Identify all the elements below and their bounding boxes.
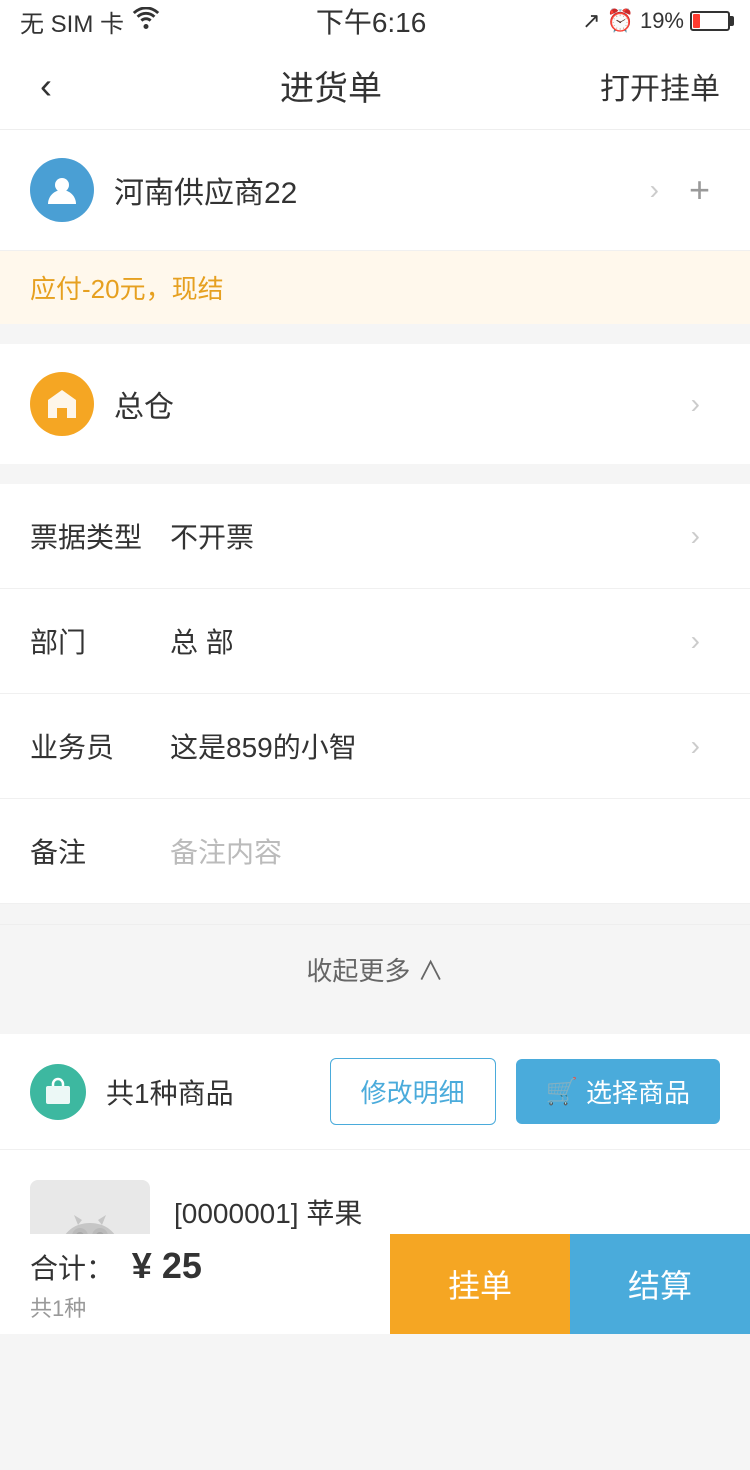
supplier-name: 河南供应商22: [114, 168, 650, 212]
warehouse-chevron-icon: ›: [691, 388, 700, 420]
select-icon: 🛒: [546, 1076, 578, 1107]
salesperson-value: 这是859的小智: [150, 726, 691, 766]
remark-label: 备注: [30, 831, 150, 871]
battery-percent: 19%: [640, 8, 684, 34]
status-right: ↗ ⏰ 19%: [582, 8, 730, 34]
supplier-row[interactable]: 河南供应商22 › +: [0, 130, 750, 251]
remark-placeholder: 备注内容: [150, 831, 720, 871]
supplier-card: 河南供应商22 › + 应付-20元，现结: [0, 130, 750, 324]
status-time: 下午6:16: [316, 1, 427, 41]
warehouse-icon: [30, 372, 94, 436]
department-row[interactable]: 部门 总 部 ›: [0, 589, 750, 694]
product-name: [0000001] 苹果: [174, 1192, 670, 1232]
products-count-label: 共1种商品: [106, 1072, 330, 1112]
nav-bar: ‹ 进货单 打开挂单: [0, 42, 750, 130]
page-title: 进货单: [280, 61, 382, 110]
total-section: 合计： ¥ 25 共1种: [0, 1245, 390, 1323]
salesperson-chevron-icon: ›: [691, 730, 700, 762]
select-product-button[interactable]: 🛒 选择商品: [516, 1059, 720, 1124]
department-value: 总 部: [150, 621, 691, 661]
supplier-avatar: [30, 158, 94, 222]
total-label: 合计：: [30, 1253, 114, 1284]
salesperson-row[interactable]: 业务员 这是859的小智 ›: [0, 694, 750, 799]
collapse-bar[interactable]: 收起更多 ∧: [0, 924, 750, 1014]
invoice-value: 不开票: [150, 516, 691, 556]
department-label: 部门: [30, 621, 150, 661]
back-button[interactable]: ‹: [30, 55, 62, 117]
remark-row[interactable]: 备注 备注内容: [0, 799, 750, 904]
bottom-bar: 合计： ¥ 25 共1种 挂单 结算: [0, 1234, 750, 1334]
modify-detail-button[interactable]: 修改明细: [330, 1058, 496, 1125]
status-left: 无 SIM 卡: [20, 4, 160, 39]
status-bar: 无 SIM 卡 下午6:16 ↗ ⏰ 19%: [0, 0, 750, 42]
products-icon: [30, 1064, 86, 1120]
open-hang-button[interactable]: 打开挂单: [600, 64, 720, 108]
location-icon: ↗: [582, 8, 600, 34]
invoice-type-row[interactable]: 票据类型 不开票 ›: [0, 484, 750, 589]
total-amount: ¥ 25: [132, 1245, 202, 1287]
battery-icon: [690, 11, 730, 31]
invoice-chevron-icon: ›: [691, 520, 700, 552]
warehouse-name: 总仓: [114, 382, 691, 426]
salesperson-label: 业务员: [30, 726, 150, 766]
wifi-icon: [132, 7, 160, 36]
carrier-text: 无 SIM 卡: [20, 4, 124, 39]
add-supplier-button[interactable]: +: [679, 169, 720, 211]
checkout-button[interactable]: 结算: [570, 1234, 750, 1334]
alarm-icon: ⏰: [607, 8, 634, 34]
supplier-chevron-icon: ›: [650, 174, 659, 206]
warehouse-card[interactable]: 总仓 ›: [0, 344, 750, 464]
supplier-notice: 应付-20元，现结: [0, 251, 750, 324]
total-count: 共1种: [30, 1291, 360, 1323]
form-card: 票据类型 不开票 › 部门 总 部 › 业务员 这是859的小智 › 备注 备注…: [0, 484, 750, 904]
invoice-label: 票据类型: [30, 516, 150, 556]
products-header: 共1种商品 修改明细 🛒 选择商品: [0, 1034, 750, 1150]
select-btn-label: 选择商品: [586, 1073, 690, 1110]
hang-order-button[interactable]: 挂单: [390, 1234, 570, 1334]
department-chevron-icon: ›: [691, 625, 700, 657]
